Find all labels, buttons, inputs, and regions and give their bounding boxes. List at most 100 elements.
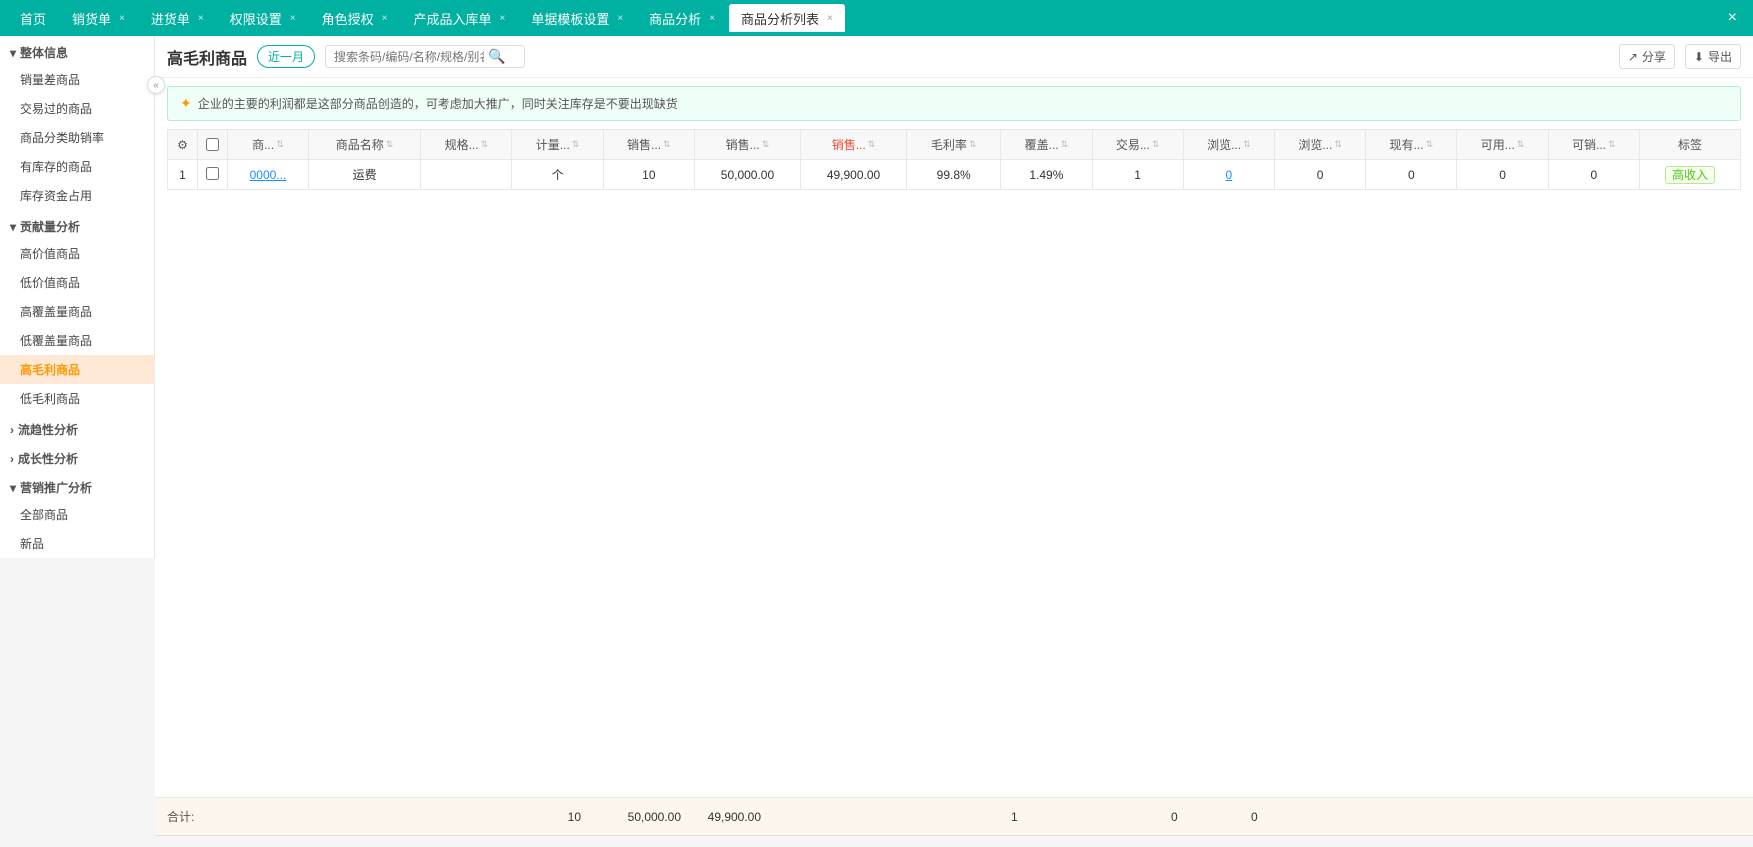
sidebar-group-contribution[interactable]: ▾ 贡献量分析 bbox=[0, 210, 154, 239]
nav-tab-analysis-list-close[interactable]: × bbox=[827, 13, 833, 24]
sidebar-item-high-margin[interactable]: 高毛利商品 bbox=[0, 355, 154, 384]
col-checkbox[interactable] bbox=[198, 130, 228, 160]
col-name[interactable]: 商品名称⇅ bbox=[308, 130, 420, 160]
sidebar-item-new-products[interactable]: 新品 bbox=[0, 529, 154, 558]
nav-tab-purchase[interactable]: 进货单 × bbox=[139, 4, 216, 32]
data-table-wrap: ⚙ 商...⇅ 商品名称⇅ 规格...⇅ bbox=[155, 129, 1753, 797]
nav-tab-template[interactable]: 单据模板设置 × bbox=[519, 4, 635, 32]
nav-tab-role-close[interactable]: × bbox=[382, 13, 388, 24]
col-settings[interactable]: ⚙ bbox=[168, 130, 198, 160]
nav-tab-sales[interactable]: 销货单 × bbox=[60, 4, 137, 32]
nav-tab-analysis-list[interactable]: 商品分析列表 × bbox=[729, 4, 845, 32]
col-available[interactable]: 可用...⇅ bbox=[1457, 130, 1548, 160]
sidebar-group-overview-label: 整体信息 bbox=[20, 44, 68, 61]
cell-coverage: 1.49% bbox=[1001, 160, 1092, 190]
col-views2[interactable]: 浏览...⇅ bbox=[1274, 130, 1365, 160]
cell-available: 0 bbox=[1457, 160, 1548, 190]
col-sales-cost[interactable]: 销售...⇅ bbox=[800, 130, 906, 160]
sidebar-item-traded[interactable]: 交易过的商品 bbox=[0, 94, 154, 123]
footer-sales-amount: 50,000.00 bbox=[614, 810, 694, 824]
row-checkbox[interactable] bbox=[206, 167, 219, 180]
sidebar-item-stock-capital[interactable]: 库存资金占用 bbox=[0, 181, 154, 210]
col-views1[interactable]: 浏览...⇅ bbox=[1183, 130, 1274, 160]
nav-tab-analysis-list-label: 商品分析列表 bbox=[741, 9, 819, 28]
nav-tab-template-label: 单据模板设置 bbox=[531, 9, 609, 28]
cell-unit: 个 bbox=[512, 160, 603, 190]
cell-spec bbox=[421, 160, 512, 190]
sidebar-item-in-stock[interactable]: 有库存的商品 bbox=[0, 152, 154, 181]
sidebar-group-trend[interactable]: › 流趋性分析 bbox=[0, 413, 154, 442]
nav-tab-product-in-close[interactable]: × bbox=[499, 13, 505, 24]
cell-views2: 0 bbox=[1274, 160, 1365, 190]
nav-tab-product-in[interactable]: 产成品入库单 × bbox=[401, 4, 517, 32]
export-button[interactable]: ⬇ 导出 bbox=[1685, 44, 1741, 69]
footer-sales-cost: 49,900.00 bbox=[694, 810, 774, 824]
cell-index: 1 bbox=[168, 160, 198, 190]
cell-checkbox[interactable] bbox=[198, 160, 228, 190]
col-tag[interactable]: 标签 bbox=[1639, 130, 1740, 160]
info-icon: ✦ bbox=[180, 95, 192, 112]
col-transaction[interactable]: 交易...⇅ bbox=[1092, 130, 1183, 160]
sidebar-group-contribution-label: 贡献量分析 bbox=[20, 218, 80, 235]
sidebar-group-marketing[interactable]: ▾ 营销推广分析 bbox=[0, 471, 154, 500]
cell-code[interactable]: 0000... bbox=[228, 160, 309, 190]
export-icon: ⬇ bbox=[1694, 50, 1704, 64]
sidebar-item-low-coverage[interactable]: 低覆盖量商品 bbox=[0, 326, 154, 355]
nav-tab-permission-close[interactable]: × bbox=[290, 13, 296, 24]
nav-tab-analysis[interactable]: 商品分析 × bbox=[637, 4, 727, 32]
nav-tab-purchase-close[interactable]: × bbox=[198, 13, 204, 24]
col-code[interactable]: 商...⇅ bbox=[228, 130, 309, 160]
sidebar-group-trend-caret: › bbox=[10, 423, 14, 437]
sidebar-item-high-coverage[interactable]: 高覆盖量商品 bbox=[0, 297, 154, 326]
period-button[interactable]: 近一月 bbox=[257, 45, 315, 68]
info-banner-text: 企业的主要的利润都是这部分商品创造的，可考虑加大推广，同时关注库存是不要出现缺货 bbox=[198, 95, 678, 112]
cell-gross-margin: 99.8% bbox=[907, 160, 1001, 190]
sidebar-item-high-value[interactable]: 高价值商品 bbox=[0, 239, 154, 268]
cell-transaction: 1 bbox=[1092, 160, 1183, 190]
sidebar-item-poor-sales[interactable]: 销量差商品 bbox=[0, 65, 154, 94]
col-gross-margin[interactable]: 毛利率⇅ bbox=[907, 130, 1001, 160]
col-current-stock[interactable]: 现有...⇅ bbox=[1366, 130, 1457, 160]
sidebar-group-marketing-caret: ▾ bbox=[10, 481, 16, 495]
col-sellable[interactable]: 可销...⇅ bbox=[1548, 130, 1639, 160]
content-header: 高毛利商品 近一月 🔍 ↗ 分享 ⬇ 导出 bbox=[155, 36, 1753, 78]
col-sales-amount[interactable]: 销售...⇅ bbox=[694, 130, 800, 160]
content-area: 高毛利商品 近一月 🔍 ↗ 分享 ⬇ 导出 ✦ 企业的主要的利润都是这部分 bbox=[155, 36, 1753, 847]
select-all-checkbox[interactable] bbox=[206, 138, 219, 151]
sidebar-group-contribution-caret: ▾ bbox=[10, 220, 16, 234]
search-icon[interactable]: 🔍 bbox=[488, 48, 505, 65]
nav-tab-product-in-label: 产成品入库单 bbox=[413, 9, 491, 28]
nav-tab-sales-label: 销货单 bbox=[72, 9, 111, 28]
nav-tab-analysis-close[interactable]: × bbox=[709, 13, 715, 24]
cell-name: 运费 bbox=[308, 160, 420, 190]
sidebar-item-low-margin[interactable]: 低毛利商品 bbox=[0, 384, 154, 413]
nav-tab-sales-close[interactable]: × bbox=[119, 13, 125, 24]
cell-sales-qty: 10 bbox=[603, 160, 694, 190]
sidebar-item-category-sales[interactable]: 商品分类助销率 bbox=[0, 123, 154, 152]
sidebar-group-growth[interactable]: › 成长性分析 bbox=[0, 442, 154, 471]
share-icon: ↗ bbox=[1628, 50, 1638, 64]
horizontal-scrollbar[interactable] bbox=[155, 835, 1753, 847]
sidebar-collapse-button[interactable]: « bbox=[147, 76, 165, 94]
sidebar-group-overview[interactable]: ▾ 整体信息 bbox=[0, 36, 154, 65]
nav-tab-role[interactable]: 角色授权 × bbox=[310, 4, 400, 32]
share-button[interactable]: ↗ 分享 bbox=[1619, 44, 1675, 69]
footer-total-label: 合计: bbox=[167, 808, 194, 825]
cell-sales-cost: 49,900.00 bbox=[800, 160, 906, 190]
footer-total: 合计: 10 50,000.00 49,900.00 1 0 bbox=[155, 797, 1753, 835]
cell-views1[interactable]: 0 bbox=[1183, 160, 1274, 190]
search-input[interactable] bbox=[334, 50, 484, 64]
footer-spacer2 bbox=[1054, 810, 1134, 824]
sidebar-item-low-value[interactable]: 低价值商品 bbox=[0, 268, 154, 297]
sidebar-item-all-products[interactable]: 全部商品 bbox=[0, 500, 154, 529]
nav-tab-home[interactable]: 首页 bbox=[8, 4, 58, 32]
col-coverage[interactable]: 覆盖...⇅ bbox=[1001, 130, 1092, 160]
col-spec[interactable]: 规格...⇅ bbox=[421, 130, 512, 160]
window-close-button[interactable]: × bbox=[1720, 9, 1745, 27]
col-unit[interactable]: 计量...⇅ bbox=[512, 130, 603, 160]
cell-sales-amount: 50,000.00 bbox=[694, 160, 800, 190]
footer-spacer bbox=[774, 810, 974, 824]
nav-tab-template-close[interactable]: × bbox=[617, 13, 623, 24]
col-sales-qty[interactable]: 销售...⇅ bbox=[603, 130, 694, 160]
nav-tab-permission[interactable]: 权限设置 × bbox=[218, 4, 308, 32]
